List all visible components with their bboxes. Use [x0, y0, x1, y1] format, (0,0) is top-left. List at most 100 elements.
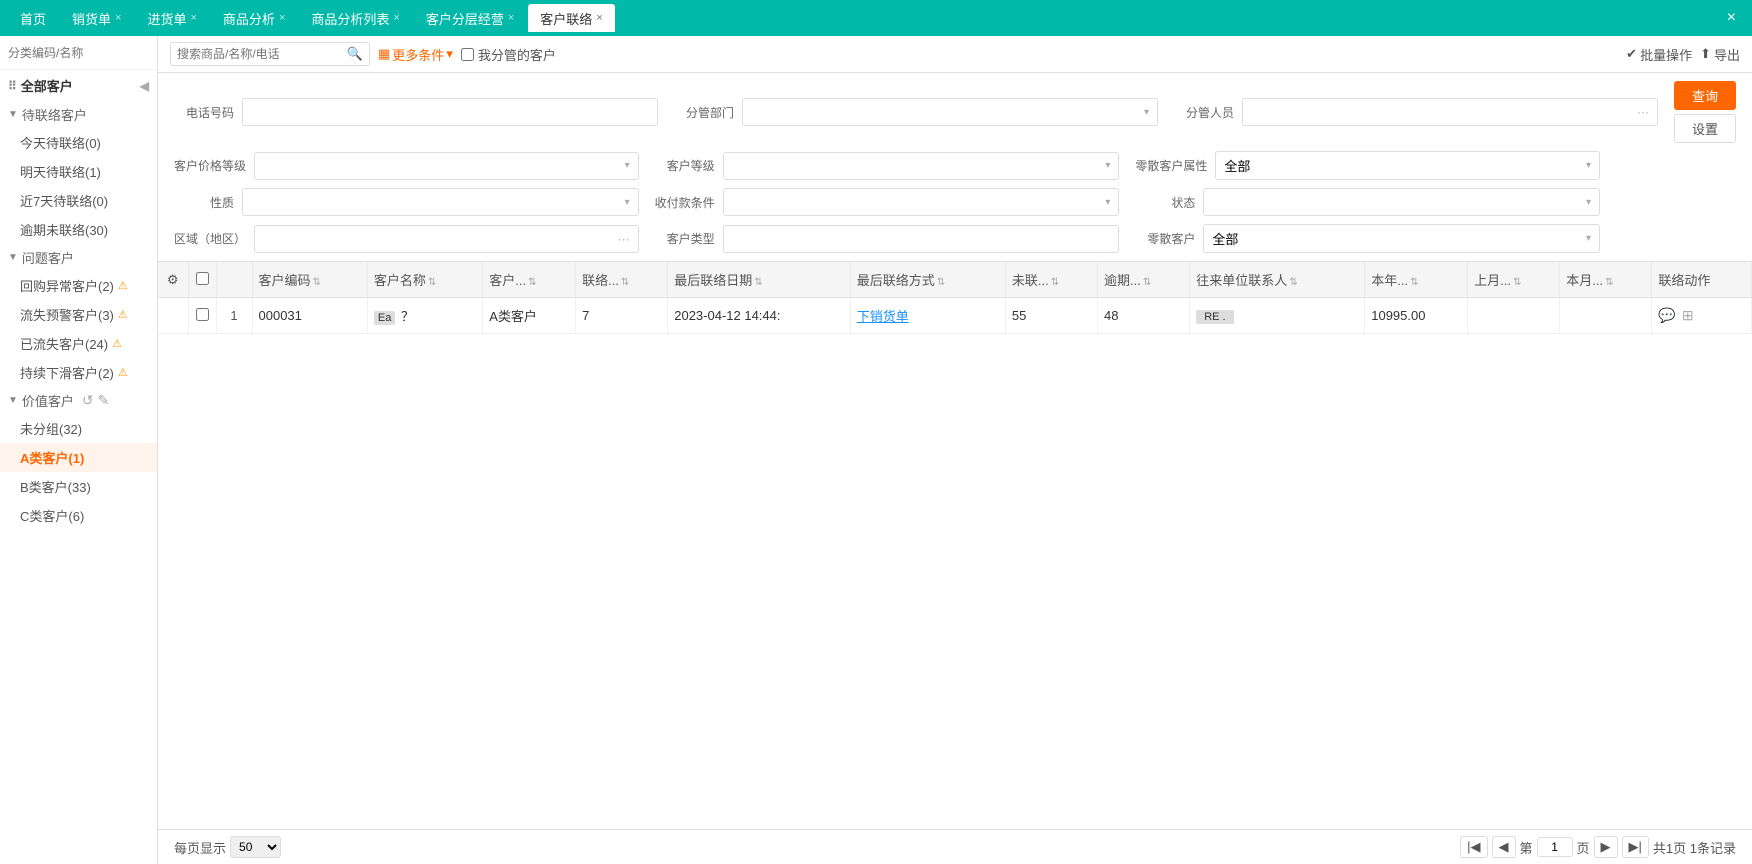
filter-scatter-select[interactable]: 全部 ▾	[1203, 224, 1600, 253]
last-method-link[interactable]: 下销货单	[857, 309, 909, 324]
sort-this-year-icon: ⇅	[1410, 277, 1418, 288]
close-all-tabs-icon[interactable]: ×	[1719, 5, 1744, 31]
sidebar-item-tomorrow[interactable]: 明天待联络(1)	[0, 157, 157, 186]
warn-icon-churn-risk: ⚠	[118, 308, 128, 321]
sidebar-item-class-b[interactable]: B类客户(33)	[0, 472, 157, 501]
filter-dept-select[interactable]: ▾	[742, 98, 1158, 126]
col-code[interactable]: 客户编码⇅	[252, 262, 367, 298]
sidebar-group-value[interactable]: ▼ 价值客户 ↺ ✎	[0, 387, 157, 414]
my-customers-check[interactable]	[461, 48, 474, 61]
col-this-year[interactable]: 本年...⇅	[1365, 262, 1468, 298]
col-last-date[interactable]: 最后联络日期⇅	[668, 262, 850, 298]
row-this-year: 10995.00	[1365, 298, 1468, 334]
close-purchase-icon[interactable]: ×	[190, 12, 196, 24]
sidebar-item-7days[interactable]: 近7天待联络(0)	[0, 186, 157, 215]
settings-button[interactable]: 设置	[1674, 114, 1736, 143]
nav-customer-contact[interactable]: 客户联络 ×	[528, 4, 614, 32]
filter-payment: 收付款条件 ▾	[655, 188, 1120, 216]
row-code[interactable]: 000031	[252, 298, 367, 334]
sidebar-item-declining[interactable]: 持续下滑客户(2) ⚠	[0, 358, 157, 387]
filter-nature-select[interactable]: ▾	[242, 188, 639, 216]
filter-customer-type-input[interactable]	[723, 225, 1120, 253]
col-name[interactable]: 客户名称⇅	[367, 262, 482, 298]
sidebar-item-overdue[interactable]: 逾期未联络(30)	[0, 215, 157, 244]
filter-payment-select[interactable]: ▾	[723, 188, 1120, 216]
close-goods-analysis-icon[interactable]: ×	[279, 12, 285, 24]
sidebar-all-customers[interactable]: ⠿ 全部客户 ◀	[0, 70, 157, 101]
sidebar-collapse-icon[interactable]: ◀	[140, 79, 149, 93]
edit-icon[interactable]: ✎	[98, 392, 110, 409]
sidebar-group-problem[interactable]: ▼ 问题客户	[0, 244, 157, 271]
filter-scatter: 零散客户 全部 ▾	[1135, 224, 1600, 253]
close-customer-segment-icon[interactable]: ×	[508, 12, 514, 24]
filter-scatter-attr-select[interactable]: 全部 ▾	[1215, 151, 1600, 180]
sidebar-item-churn-risk[interactable]: 流失预警客户(3) ⚠	[0, 300, 157, 329]
row-last-method[interactable]: 下销货单	[850, 298, 1005, 334]
query-button[interactable]: 查询	[1674, 81, 1736, 110]
page-size-select[interactable]: 50 100 200	[230, 836, 281, 858]
prev-page-btn[interactable]: ◀	[1492, 836, 1516, 858]
export-btn[interactable]: ⬆ 导出	[1700, 45, 1740, 64]
row-last-month	[1468, 298, 1560, 334]
more-conditions-btn[interactable]: ▦ 更多条件 ▾	[378, 45, 453, 64]
col-contact[interactable]: 联络...⇅	[576, 262, 668, 298]
sidebar-item-ungrouped[interactable]: 未分组(32)	[0, 414, 157, 443]
col-overdue[interactable]: 逾期...⇅	[1098, 262, 1190, 298]
chevron-down-icon: ▾	[446, 46, 453, 62]
sidebar-search-input[interactable]	[8, 46, 158, 60]
filter-region-select[interactable]: ···	[254, 225, 639, 253]
select-all-checkbox[interactable]	[196, 272, 209, 285]
col-this-month[interactable]: 本月...⇅	[1560, 262, 1652, 298]
filter-search-input[interactable]	[177, 47, 343, 61]
sort-last-month-icon: ⇅	[1513, 277, 1521, 288]
sidebar-item-abnormal[interactable]: 回购异常客户(2) ⚠	[0, 271, 157, 300]
close-goods-list-icon[interactable]: ×	[393, 12, 399, 24]
nav-purchase[interactable]: 进货单 ×	[135, 4, 208, 32]
sidebar-item-class-c[interactable]: C类客户(6)	[0, 501, 157, 530]
sidebar-item-today[interactable]: 今天待联络(0)	[0, 128, 157, 157]
page-number-input[interactable]	[1537, 837, 1573, 857]
close-customer-contact-icon[interactable]: ×	[596, 12, 602, 24]
my-customers-checkbox[interactable]: 我分管的客户	[461, 45, 556, 64]
pagination: |◀ ◀ 第 页 ▶ ▶| 共1页 1条记录	[1460, 836, 1736, 858]
sidebar-item-churned[interactable]: 已流失客户(24) ⚠	[0, 329, 157, 358]
next-page-btn[interactable]: ▶	[1594, 836, 1618, 858]
sort-type-icon: ⇅	[528, 277, 536, 288]
row-checkbox[interactable]	[196, 308, 209, 321]
nav-goods-analysis[interactable]: 商品分析 ×	[211, 4, 297, 32]
sidebar-group-pending[interactable]: ▼ 待联络客户	[0, 101, 157, 128]
advanced-filter: 电话号码 分管部门 ▾ 分管人员 ···	[158, 73, 1752, 262]
sidebar-item-class-a[interactable]: A类客户(1)	[0, 443, 157, 472]
first-page-btn[interactable]: |◀	[1460, 836, 1487, 858]
nav-goods-list[interactable]: 商品分析列表 ×	[299, 4, 411, 32]
last-page-btn[interactable]: ▶|	[1622, 836, 1649, 858]
col-type[interactable]: 客户...⇅	[483, 262, 576, 298]
filter-actions: 查询 设置	[1674, 81, 1736, 143]
nav-home[interactable]: 首页	[8, 4, 58, 32]
col-uncontacted[interactable]: 未联...⇅	[1005, 262, 1097, 298]
row-type: A类客户	[483, 298, 576, 334]
chat-icon[interactable]: 💬	[1658, 307, 1675, 324]
col-unit-contact[interactable]: 往来单位联系人⇅	[1190, 262, 1365, 298]
filter-phone-input[interactable]	[242, 98, 658, 126]
warn-icon-abnormal: ⚠	[118, 279, 128, 292]
col-gear[interactable]: ⚙	[158, 262, 188, 298]
filter-status-select[interactable]: ▾	[1203, 188, 1600, 216]
nav-sales[interactable]: 销货单 ×	[60, 4, 133, 32]
filter-customer-level: 客户等级 ▾	[655, 152, 1120, 180]
row-name[interactable]: Ea ？	[367, 298, 482, 334]
nav-customer-segment[interactable]: 客户分层经营 ×	[414, 4, 526, 32]
col-action: 联络动作	[1652, 262, 1752, 298]
col-last-method[interactable]: 最后联络方式⇅	[850, 262, 1005, 298]
filter-customer-level-select[interactable]: ▾	[723, 152, 1120, 180]
close-sales-icon[interactable]: ×	[115, 12, 121, 24]
col-last-month[interactable]: 上月...⇅	[1468, 262, 1560, 298]
grid-action-icon[interactable]: ⊞	[1682, 307, 1694, 324]
col-num	[216, 262, 252, 298]
row-check[interactable]	[188, 298, 216, 334]
filter-price-level-select[interactable]: ▾	[254, 152, 639, 180]
row-action: 💬 ⊞	[1652, 298, 1752, 334]
filter-person-select[interactable]: ···	[1242, 98, 1658, 126]
batch-op-btn[interactable]: ✔ 批量操作	[1626, 45, 1692, 64]
refresh-icon[interactable]: ↺	[82, 392, 94, 409]
